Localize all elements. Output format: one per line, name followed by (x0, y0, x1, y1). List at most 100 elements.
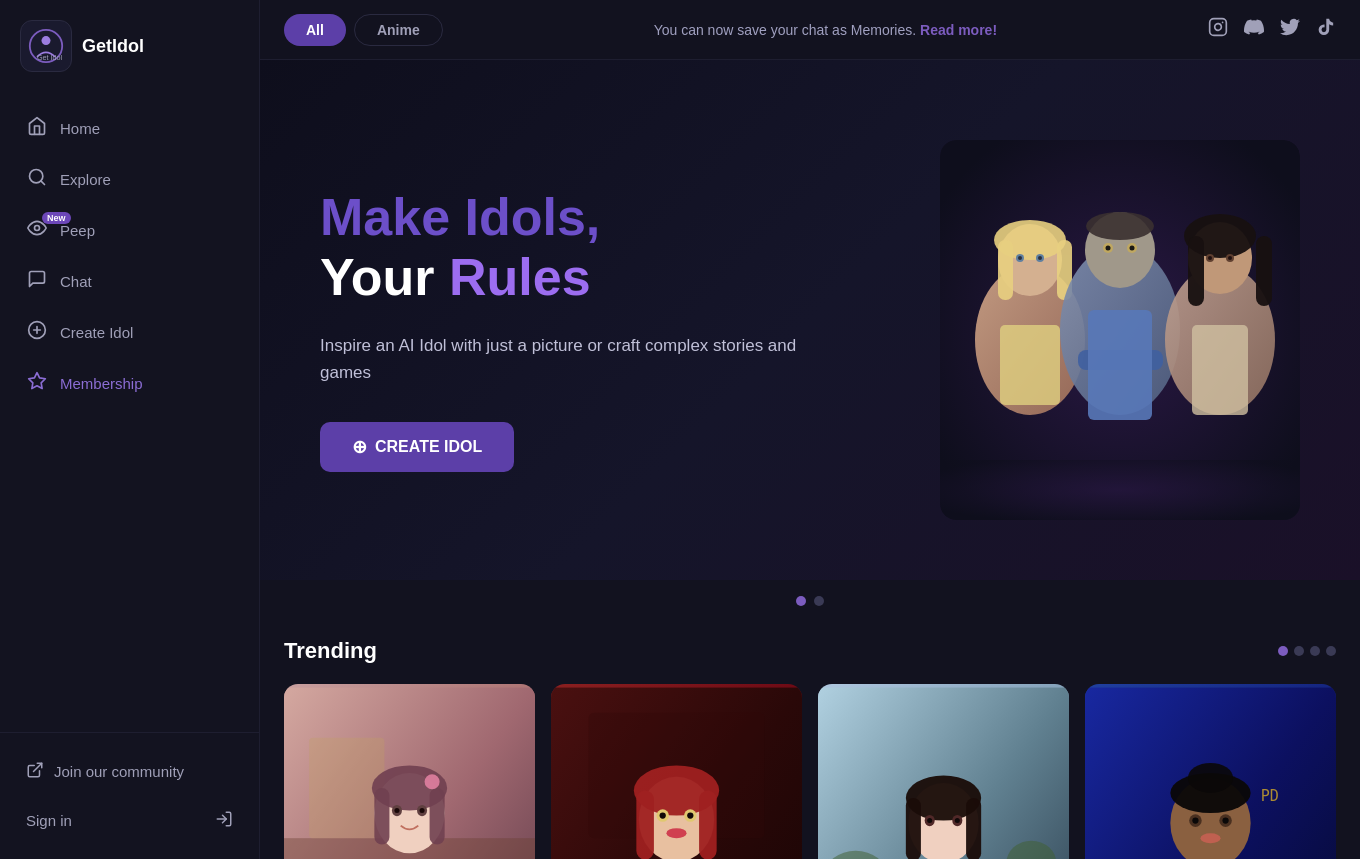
svg-rect-18 (998, 240, 1013, 300)
hero-image (940, 140, 1300, 520)
svg-line-4 (41, 181, 45, 185)
svg-point-22 (1018, 256, 1022, 260)
svg-point-100 (1200, 833, 1220, 843)
svg-text:Get Idol: Get Idol (37, 53, 63, 62)
hero-carousel-dots (260, 580, 1360, 638)
sidebar-item-membership[interactable]: Membership (12, 359, 247, 408)
svg-rect-38 (1256, 236, 1272, 306)
trending-card-2[interactable] (551, 684, 802, 859)
hero-characters-illustration (940, 140, 1300, 520)
main-content: All Anime You can now save your chat as … (260, 0, 1360, 859)
svg-point-23 (1038, 256, 1042, 260)
svg-rect-43 (1192, 325, 1248, 415)
membership-label: Membership (60, 375, 143, 392)
filter-all-button[interactable]: All (284, 14, 346, 46)
svg-text:PD: PD (1261, 787, 1279, 805)
topbar: All Anime You can now save your chat as … (260, 0, 1360, 60)
discord-icon[interactable] (1244, 17, 1264, 42)
app-logo[interactable]: Get Idol GetIdol (0, 0, 259, 96)
topbar-notification: You can now save your chat as Memories. … (455, 22, 1196, 38)
chat-label: Chat (60, 273, 92, 290)
hero-title-line1: Make Idols, (320, 188, 800, 248)
trending-dot-4[interactable] (1326, 646, 1336, 656)
svg-point-42 (1228, 256, 1232, 260)
svg-point-1 (42, 36, 51, 45)
svg-point-70 (687, 812, 693, 818)
carousel-dot-2[interactable] (814, 596, 824, 606)
card-3-image (818, 684, 1069, 859)
svg-rect-83 (966, 798, 981, 859)
trending-dot-2[interactable] (1294, 646, 1304, 656)
filter-anime-button[interactable]: Anime (354, 14, 443, 46)
trending-card-1[interactable] (284, 684, 535, 859)
peep-label: Peep (60, 222, 95, 239)
join-community-button[interactable]: Join our community (12, 749, 247, 794)
svg-rect-12 (1210, 19, 1227, 36)
svg-point-58 (420, 808, 425, 813)
social-links (1208, 17, 1336, 42)
logo-icon: Get Idol (28, 28, 64, 64)
notification-link[interactable]: Read more! (920, 22, 997, 38)
svg-rect-82 (906, 798, 921, 859)
sidebar-item-chat[interactable]: Chat (12, 257, 247, 306)
svg-rect-51 (430, 788, 445, 844)
membership-icon (26, 371, 48, 396)
sidebar-item-create-idol[interactable]: Create Idol (12, 308, 247, 357)
tiktok-icon[interactable] (1316, 17, 1336, 42)
hero-title-line2: Your Rules (320, 248, 800, 308)
instagram-icon[interactable] (1208, 17, 1228, 42)
svg-point-31 (1130, 246, 1135, 251)
svg-point-52 (425, 774, 440, 789)
svg-point-30 (1106, 246, 1111, 251)
svg-point-87 (955, 818, 960, 823)
hero-subtitle: Inspire an AI Idol with just a picture o… (320, 332, 800, 386)
svg-point-95 (1188, 763, 1233, 793)
svg-rect-65 (636, 790, 654, 859)
trending-card-3[interactable] (818, 684, 1069, 859)
svg-point-99 (1222, 817, 1228, 823)
svg-point-74 (666, 828, 686, 838)
create-idol-cta-button[interactable]: ⊕ CREATE IDOL (320, 422, 514, 472)
create-idol-label: Create Idol (60, 324, 133, 341)
logo-circle: Get Idol (20, 20, 72, 72)
svg-marker-9 (29, 373, 46, 389)
trending-dot-1[interactable] (1278, 646, 1288, 656)
svg-point-27 (1086, 212, 1154, 240)
svg-rect-50 (374, 788, 389, 844)
sidebar-item-home[interactable]: Home (12, 104, 247, 153)
explore-label: Explore (60, 171, 111, 188)
hero-text: Make Idols, Your Rules Inspire an AI Ido… (320, 188, 800, 472)
sidebar-item-explore[interactable]: Explore (12, 155, 247, 204)
trending-title: Trending (284, 638, 377, 664)
card-1-image (284, 684, 535, 859)
svg-rect-44 (940, 460, 1300, 520)
trending-card-4[interactable]: PD PD (1085, 684, 1336, 859)
notification-text: You can now save your chat as Memories. (654, 22, 917, 38)
card-4-image: PD PD (1085, 684, 1336, 859)
trending-dot-3[interactable] (1310, 646, 1320, 656)
twitter-icon[interactable] (1280, 17, 1300, 42)
hero-title: Make Idols, Your Rules (320, 188, 800, 308)
cta-plus-icon: ⊕ (352, 436, 367, 458)
svg-point-41 (1208, 256, 1212, 260)
svg-point-98 (1192, 817, 1198, 823)
home-icon (26, 116, 48, 141)
svg-point-5 (35, 226, 40, 231)
sidebar-nav: Home Explore Peep New (0, 96, 259, 732)
carousel-dot-1[interactable] (796, 596, 806, 606)
svg-point-57 (394, 808, 399, 813)
svg-point-69 (660, 812, 666, 818)
cta-label: CREATE IDOL (375, 438, 482, 456)
filter-buttons: All Anime (284, 14, 443, 46)
sidebar-item-peep[interactable]: Peep New (12, 206, 247, 255)
signin-button[interactable]: Sign in (12, 798, 247, 843)
hero-title-your: Your (320, 248, 435, 306)
peep-badge: New (42, 212, 71, 224)
trending-section: Trending (260, 638, 1360, 859)
trending-carousel-dots (1278, 646, 1336, 656)
sidebar-bottom: Join our community Sign in (0, 732, 259, 859)
create-idol-icon (26, 320, 48, 345)
home-label: Home (60, 120, 100, 137)
svg-line-10 (34, 763, 42, 771)
trending-header: Trending (284, 638, 1336, 664)
